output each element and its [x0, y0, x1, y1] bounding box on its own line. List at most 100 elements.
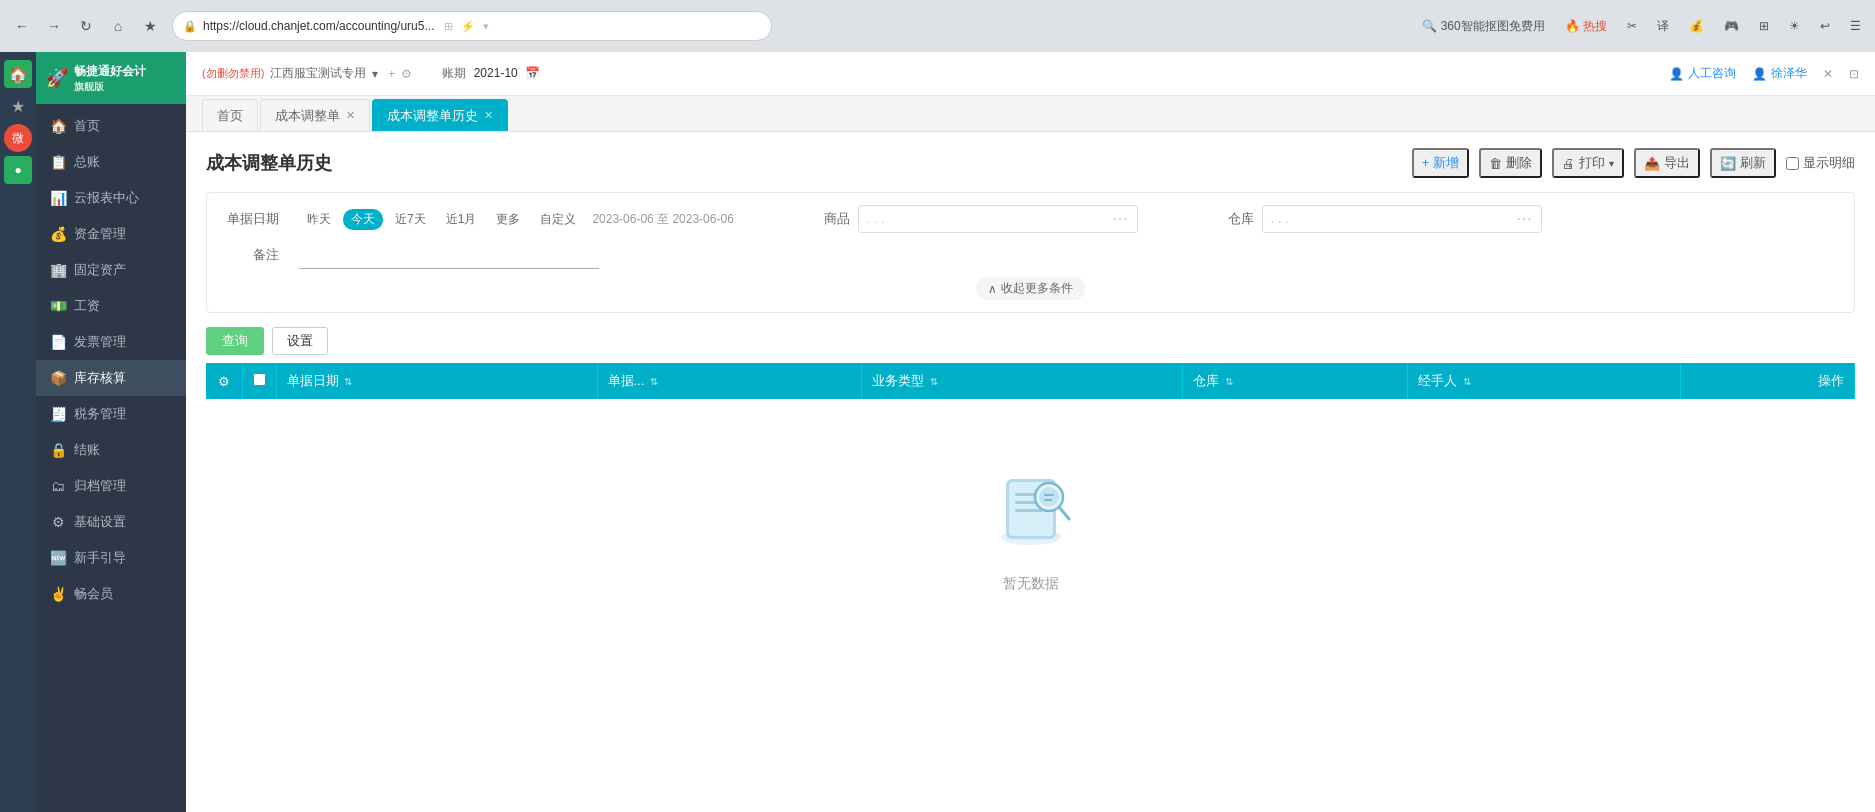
- sidebar-item-inventory[interactable]: 📦 库存核算: [36, 360, 186, 396]
- warehouse-select[interactable]: ... ···: [1262, 205, 1542, 233]
- scissors-tool[interactable]: ✂: [1621, 17, 1643, 35]
- forward-button[interactable]: →: [40, 12, 68, 40]
- date-btn-yesterday[interactable]: 昨天: [299, 209, 339, 230]
- settings-icon: ⚙: [50, 514, 66, 530]
- logo-icon: 🚀: [46, 67, 68, 89]
- collapse-button[interactable]: ∧ 收起更多条件: [976, 277, 1085, 300]
- refresh-icon: 🔄: [1720, 156, 1736, 171]
- checkbox-column-header[interactable]: [242, 363, 276, 399]
- account-warning-text: (勿删勿禁用): [202, 66, 264, 81]
- page-tab-home[interactable]: 首页: [202, 99, 258, 131]
- remark-filter-label: 备注: [223, 246, 279, 264]
- sidebar-item-member[interactable]: ✌ 畅会员: [36, 576, 186, 612]
- bookmark-button[interactable]: ★: [136, 12, 164, 40]
- sidebar-item-reports[interactable]: 📊 云报表中心: [36, 180, 186, 216]
- display-cols-toggle[interactable]: 显示明细: [1786, 154, 1855, 172]
- goods-select[interactable]: ... ···: [858, 205, 1138, 233]
- icon-bar-home[interactable]: 🏠: [4, 60, 32, 88]
- collapse-label: 收起更多条件: [1001, 280, 1073, 297]
- sidebar-item-tax[interactable]: 🧾 税务管理: [36, 396, 186, 432]
- back-button[interactable]: ←: [8, 12, 36, 40]
- goods-filter-group: 商品 ... ···: [794, 205, 1138, 233]
- fixed-icon: 🏢: [50, 262, 66, 278]
- funds-icon: 💰: [50, 226, 66, 242]
- gear-column-header[interactable]: ⚙: [206, 363, 242, 399]
- translate-tool[interactable]: 译: [1651, 16, 1675, 37]
- hot-search[interactable]: 🔥 热搜: [1559, 16, 1613, 37]
- date-column-header[interactable]: 单据日期 ⇅: [276, 363, 597, 399]
- coin-tool[interactable]: 💰: [1683, 17, 1710, 35]
- sidebar-item-funds[interactable]: 💰 资金管理: [36, 216, 186, 252]
- number-column-header[interactable]: 单据... ⇅: [597, 363, 862, 399]
- home-button[interactable]: ⌂: [104, 12, 132, 40]
- header-right: 👤 人工咨询 👤 徐泽华 ✕ ⊡: [1669, 65, 1859, 82]
- sidebar-label-invoice: 发票管理: [74, 333, 126, 351]
- sidebar-label-payroll: 工资: [74, 297, 100, 315]
- handler-column-header[interactable]: 经手人 ⇅: [1407, 363, 1680, 399]
- select-all-checkbox[interactable]: [253, 373, 266, 386]
- delete-button[interactable]: 🗑 删除: [1479, 148, 1542, 178]
- sidebar-nav: 🏠 首页 📋 总账 📊 云报表中心 💰 资金管理 🏢 固定资产 💵 工资: [36, 104, 186, 812]
- sidebar-item-home[interactable]: 🏠 首页: [36, 108, 186, 144]
- biztype-column-header[interactable]: 业务类型 ⇅: [862, 363, 1183, 399]
- ssl-icon: 🔒: [183, 20, 197, 33]
- address-bar[interactable]: 🔒 https://cloud.chanjet.com/accounting/u…: [172, 11, 772, 41]
- account-selector[interactable]: (勿删勿禁用) 江西服宝测试专用 ▾ + ⚙: [202, 65, 412, 82]
- sidebar-item-archive[interactable]: 🗂 归档管理: [36, 468, 186, 504]
- sidebar-item-settings[interactable]: ⚙ 基础设置: [36, 504, 186, 540]
- settings-gear-icon[interactable]: ⚙: [401, 67, 412, 81]
- number-col-label: 单据...: [608, 373, 645, 388]
- remark-input[interactable]: [299, 241, 599, 269]
- logo-sub-text: 旗舰版: [74, 80, 146, 94]
- tab-cost-adjust-close[interactable]: ✕: [346, 109, 355, 122]
- user-profile-link[interactable]: 👤 徐泽华: [1752, 65, 1807, 82]
- sidebar-item-payroll[interactable]: 💵 工资: [36, 288, 186, 324]
- icon-bar-star[interactable]: ★: [4, 92, 32, 120]
- date-btn-more[interactable]: 更多: [488, 209, 528, 230]
- page-tabs: 首页 成本调整单 ✕ 成本调整单历史 ✕: [186, 96, 1875, 132]
- sidebar-item-fixed[interactable]: 🏢 固定资产: [36, 252, 186, 288]
- icon-bar-weibo[interactable]: 微: [4, 124, 32, 152]
- icon-bar-green[interactable]: ●: [4, 156, 32, 184]
- handler-col-label: 经手人: [1418, 373, 1457, 388]
- menu-tool[interactable]: ☰: [1844, 17, 1867, 35]
- sidebar-label-archive: 归档管理: [74, 477, 126, 495]
- tab-history-close[interactable]: ✕: [484, 109, 493, 122]
- sidebar-item-ledger[interactable]: 📋 总账: [36, 144, 186, 180]
- sidebar-label-ledger: 总账: [74, 153, 100, 171]
- grid-tool[interactable]: ⊞: [1753, 17, 1775, 35]
- date-btn-custom[interactable]: 自定义: [532, 209, 584, 230]
- game-tool[interactable]: 🎮: [1718, 17, 1745, 35]
- sidebar-item-invoice[interactable]: 📄 发票管理: [36, 324, 186, 360]
- search-tool[interactable]: 🔍 360智能抠图免费用: [1416, 16, 1550, 37]
- add-account-icon[interactable]: +: [388, 67, 395, 81]
- date-btn-7days[interactable]: 近7天: [387, 209, 434, 230]
- calendar-icon[interactable]: 📅: [525, 66, 540, 80]
- resize-window-btn[interactable]: ⊡: [1849, 67, 1859, 81]
- theme-tool[interactable]: ☀: [1783, 17, 1806, 35]
- date-btn-1month[interactable]: 近1月: [438, 209, 485, 230]
- new-button[interactable]: + 新增: [1412, 148, 1469, 178]
- query-button[interactable]: 查询: [206, 327, 264, 355]
- warehouse-column-header[interactable]: 仓库 ⇅: [1183, 363, 1408, 399]
- empty-state: 暂无数据: [206, 399, 1855, 653]
- date-btn-today[interactable]: 今天: [343, 209, 383, 230]
- refresh-button[interactable]: ↻: [72, 12, 100, 40]
- tab-cost-adjust-label: 成本调整单: [275, 107, 340, 125]
- print-button[interactable]: 🖨 打印 ▾: [1552, 148, 1624, 178]
- close-window-btn[interactable]: ✕: [1823, 67, 1833, 81]
- settings-table-button[interactable]: 设置: [272, 327, 328, 355]
- customer-service-link[interactable]: 👤 人工咨询: [1669, 65, 1736, 82]
- sidebar-item-closing[interactable]: 🔒 结账: [36, 432, 186, 468]
- undo-tool[interactable]: ↩: [1814, 17, 1836, 35]
- page-title: 成本调整单历史: [206, 151, 332, 175]
- svg-rect-10: [1044, 499, 1052, 501]
- page-tab-cost-adjust[interactable]: 成本调整单 ✕: [260, 99, 370, 131]
- warehouse-filter-label: 仓库: [1198, 210, 1254, 228]
- display-cols-checkbox[interactable]: [1786, 157, 1799, 170]
- sidebar-item-guide[interactable]: 🆕 新手引导: [36, 540, 186, 576]
- refresh-button[interactable]: 🔄 刷新: [1710, 148, 1776, 178]
- filter-area: 单据日期 昨天 今天 近7天 近1月 更多 自定义 2023-06-06 至 2…: [206, 192, 1855, 313]
- page-tab-history[interactable]: 成本调整单历史 ✕: [372, 99, 508, 131]
- export-button[interactable]: 📤 导出: [1634, 148, 1700, 178]
